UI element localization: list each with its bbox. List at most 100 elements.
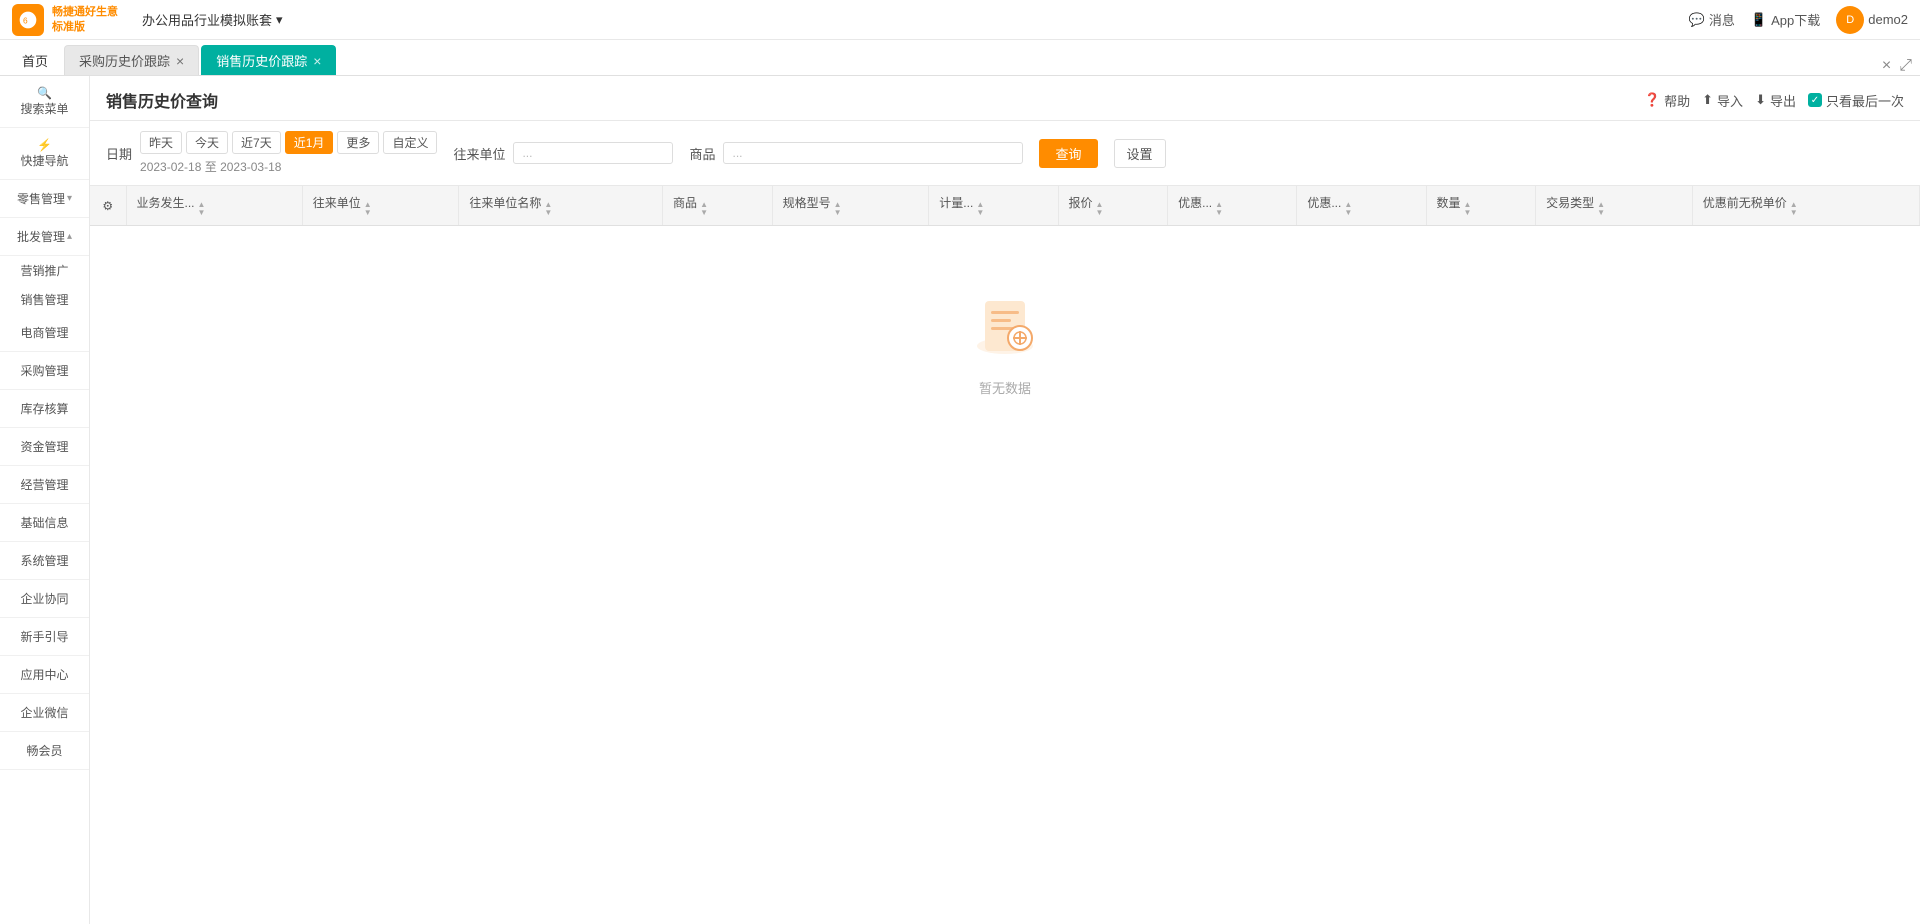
message-button[interactable]: 💬 消息 <box>1689 10 1735 29</box>
sidebar: 🔍 搜索菜单 ⚡ 快捷导航 零售管理 ▾ 批发管理 ▴ 营销推广 销售管理 电商… <box>0 76 90 924</box>
app-selector[interactable]: 办公用品行业模拟账套 ▾ <box>142 10 283 29</box>
sidebar-item-operations[interactable]: 经营管理 <box>0 466 89 504</box>
date-buttons: 昨天 今天 近7天 近1月 更多 自定义 <box>140 131 437 154</box>
empty-icon <box>965 286 1045 366</box>
tab-sales-close[interactable]: × <box>313 53 321 69</box>
sidebar-item-quick[interactable]: ⚡ 快捷导航 <box>0 128 89 180</box>
th-biz-date[interactable]: 业务发生...▲▼ <box>126 186 302 226</box>
tab-home-label: 首页 <box>22 51 48 70</box>
query-button[interactable]: 查询 <box>1039 139 1097 168</box>
chevron-up-icon: ▴ <box>67 231 72 242</box>
date-range-display: 2023-02-18 至 2023-03-18 <box>140 158 437 175</box>
maximize-window-button[interactable]: ⤢ <box>1899 57 1912 75</box>
sidebar-item-finance[interactable]: 资金管理 <box>0 428 89 466</box>
th-goods[interactable]: 商品▲▼ <box>663 186 773 226</box>
settings-button[interactable]: 设置 <box>1114 139 1166 168</box>
tabbar: 首页 采购历史价跟踪 × 销售历史价跟踪 × × ⤢ <box>0 40 1920 76</box>
th-settings[interactable]: ⚙ <box>90 186 126 226</box>
table-header-row: ⚙ 业务发生...▲▼ 往来单位▲▼ 往来单位名称▲▼ 商品▲▼ <box>90 186 1920 226</box>
sidebar-item-ecommerce[interactable]: 电商管理 <box>0 314 89 352</box>
partner-placeholder: ... <box>522 146 532 160</box>
date-filter-group: 日期 昨天 今天 近7天 近1月 更多 自定义 2023-02-18 至 202… <box>106 131 437 175</box>
date-btn-today[interactable]: 今天 <box>186 131 228 154</box>
th-qty[interactable]: 数量▲▼ <box>1426 186 1536 226</box>
th-discount1[interactable]: 优惠...▲▼ <box>1168 186 1297 226</box>
last-only-checkbox[interactable]: 只看最后一次 <box>1808 91 1904 110</box>
th-partner-code[interactable]: 往来单位▲▼ <box>302 186 459 226</box>
sidebar-item-retail[interactable]: 零售管理 ▾ <box>0 180 89 218</box>
help-icon: ❓ <box>1644 92 1660 108</box>
topbar-left: 6 畅捷通好生意 标准版 办公用品行业模拟账套 ▾ <box>12 4 283 36</box>
tab-sales-label: 销售历史价跟踪 <box>216 51 307 70</box>
partner-input[interactable]: ... <box>513 142 673 164</box>
search-icon: 🔍 <box>37 86 52 100</box>
sidebar-item-retail-label: 零售管理 <box>17 190 65 207</box>
checkbox-icon <box>1808 93 1822 107</box>
sidebar-item-wholesale-label: 批发管理 <box>17 228 65 245</box>
topbar-right: 💬 消息 📱 App下载 D demo2 <box>1689 6 1908 34</box>
avatar: D <box>1836 6 1864 34</box>
content-area: 销售历史价查询 ❓ 帮助 ⬆ 导入 ⬇ 导出 只看最后一次 <box>90 76 1920 924</box>
goods-filter-group: 商品 ... <box>689 142 1023 164</box>
main-layout: 🔍 搜索菜单 ⚡ 快捷导航 零售管理 ▾ 批发管理 ▴ 营销推广 销售管理 电商… <box>0 76 1920 924</box>
date-btn-yesterday[interactable]: 昨天 <box>140 131 182 154</box>
sidebar-item-inventory[interactable]: 库存核算 <box>0 390 89 428</box>
sidebar-item-search-label: 搜索菜单 <box>4 100 85 117</box>
sidebar-item-system[interactable]: 系统管理 <box>0 542 89 580</box>
th-partner-name[interactable]: 往来单位名称▲▼ <box>459 186 663 226</box>
logo-text: 畅捷通好生意 标准版 <box>52 5 118 34</box>
page-header: 销售历史价查询 ❓ 帮助 ⬆ 导入 ⬇ 导出 只看最后一次 <box>90 76 1920 121</box>
goods-placeholder: ... <box>732 146 742 160</box>
goods-label: 商品 <box>689 144 715 163</box>
partner-filter-group: 往来单位 ... <box>453 142 673 164</box>
data-table-wrapper: ⚙ 业务发生...▲▼ 往来单位▲▼ 往来单位名称▲▼ 商品▲▼ <box>90 186 1920 924</box>
help-button[interactable]: ❓ 帮助 <box>1644 91 1690 110</box>
page-title: 销售历史价查询 <box>106 88 218 112</box>
sidebar-item-purchase-mgmt[interactable]: 采购管理 <box>0 352 89 390</box>
date-btn-7days[interactable]: 近7天 <box>232 131 281 154</box>
th-no-tax-price[interactable]: 优惠前无税单价▲▼ <box>1692 186 1919 226</box>
sidebar-item-search[interactable]: 🔍 搜索菜单 <box>0 76 89 128</box>
export-button[interactable]: ⬇ 导出 <box>1755 91 1796 110</box>
app-name-label: 办公用品行业模拟账套 <box>142 10 272 29</box>
tab-purchase[interactable]: 采购历史价跟踪 × <box>64 45 199 75</box>
date-btn-1month[interactable]: 近1月 <box>285 131 334 154</box>
chevron-down-icon: ▾ <box>67 193 72 204</box>
th-unit[interactable]: 计量...▲▼ <box>929 186 1058 226</box>
date-btn-more[interactable]: 更多 <box>337 131 379 154</box>
empty-text: 暂无数据 <box>979 378 1031 397</box>
th-spec[interactable]: 规格型号▲▼ <box>772 186 929 226</box>
sidebar-item-marketing[interactable]: 营销推广 <box>0 256 89 285</box>
tab-sales[interactable]: 销售历史价跟踪 × <box>201 45 336 75</box>
page-actions: ❓ 帮助 ⬆ 导入 ⬇ 导出 只看最后一次 <box>1644 91 1904 110</box>
quick-icon: ⚡ <box>37 138 52 152</box>
import-icon: ⬆ <box>1702 92 1713 108</box>
user-menu[interactable]: D demo2 <box>1836 6 1908 34</box>
partner-label: 往来单位 <box>453 144 505 163</box>
th-discount2[interactable]: 优惠...▲▼ <box>1297 186 1426 226</box>
app-download-button[interactable]: 📱 App下载 <box>1751 10 1820 29</box>
filter-bar: 日期 昨天 今天 近7天 近1月 更多 自定义 2023-02-18 至 202… <box>90 121 1920 186</box>
sidebar-item-wechat[interactable]: 企业微信 <box>0 694 89 732</box>
date-btn-custom[interactable]: 自定义 <box>383 131 437 154</box>
tab-purchase-label: 采购历史价跟踪 <box>79 51 170 70</box>
sidebar-item-base[interactable]: 基础信息 <box>0 504 89 542</box>
goods-input[interactable]: ... <box>723 142 1023 164</box>
th-trade-type[interactable]: 交易类型▲▼ <box>1536 186 1693 226</box>
th-price[interactable]: 报价▲▼ <box>1058 186 1168 226</box>
import-button[interactable]: ⬆ 导入 <box>1702 91 1743 110</box>
tab-purchase-close[interactable]: × <box>176 53 184 69</box>
sidebar-item-wholesale[interactable]: 批发管理 ▴ <box>0 218 89 256</box>
sidebar-item-enterprise[interactable]: 企业协同 <box>0 580 89 618</box>
close-window-button[interactable]: × <box>1882 57 1891 75</box>
logo-icon: 6 <box>12 4 44 36</box>
sidebar-item-sales-mgmt[interactable]: 销售管理 <box>0 285 89 314</box>
window-controls: × ⤢ <box>1882 57 1912 75</box>
sidebar-item-apps[interactable]: 应用中心 <box>0 656 89 694</box>
sidebar-item-newbie[interactable]: 新手引导 <box>0 618 89 656</box>
topbar: 6 畅捷通好生意 标准版 办公用品行业模拟账套 ▾ 💬 消息 📱 App下载 D… <box>0 0 1920 40</box>
sidebar-item-member[interactable]: 畅会员 <box>0 732 89 770</box>
tab-home[interactable]: 首页 <box>8 45 62 75</box>
data-table: ⚙ 业务发生...▲▼ 往来单位▲▼ 往来单位名称▲▼ 商品▲▼ <box>90 186 1920 226</box>
empty-state: 暂无数据 <box>90 226 1920 457</box>
